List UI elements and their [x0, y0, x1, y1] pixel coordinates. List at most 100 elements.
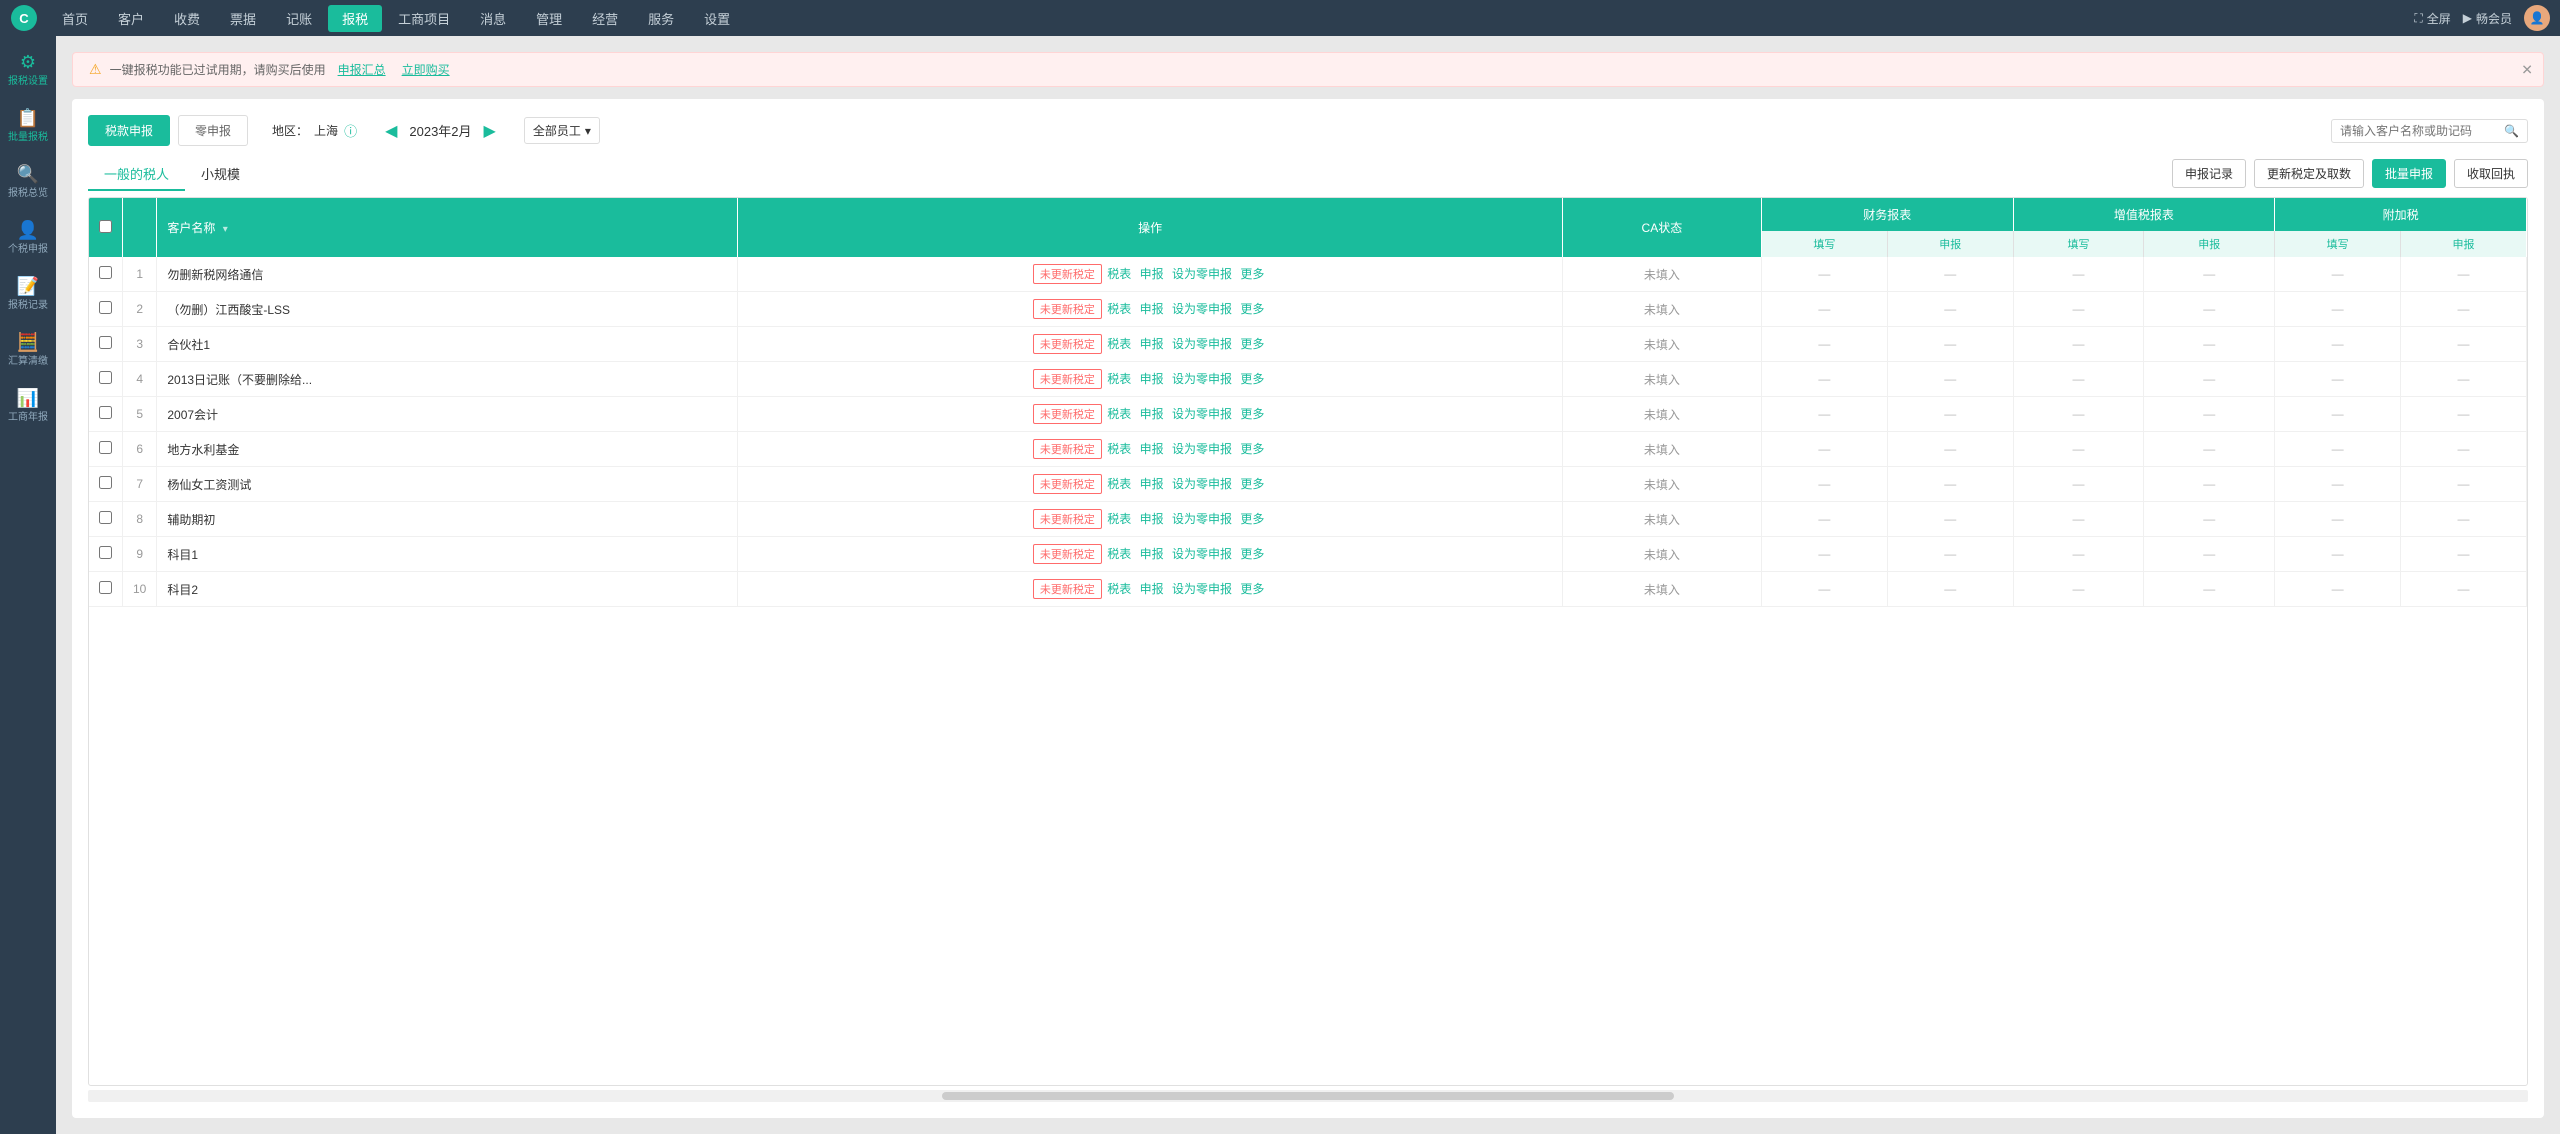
op-btn-1[interactable]: 申报 — [1140, 512, 1164, 526]
search-icon[interactable]: 🔍 — [2504, 124, 2519, 138]
op-btn-2[interactable]: 设为零申报 — [1172, 302, 1232, 316]
member-button[interactable]: ▶ 畅会员 — [2463, 10, 2512, 27]
row-checkbox[interactable] — [99, 581, 112, 594]
sidebar-item-geshuishenbao[interactable]: 👤 个税申报 — [0, 212, 56, 264]
status-badge[interactable]: 未更新税定 — [1033, 369, 1102, 389]
nav-operation[interactable]: 经营 — [578, 5, 632, 32]
nav-settings[interactable]: 设置 — [690, 5, 744, 32]
horizontal-scrollbar[interactable] — [88, 1090, 2528, 1102]
op-btn-1[interactable]: 申报 — [1140, 547, 1164, 561]
tab-shuikuan-shenabao[interactable]: 税款申报 — [88, 115, 170, 146]
op-btn-1[interactable]: 申报 — [1140, 407, 1164, 421]
op-btn-0[interactable]: 税表 — [1107, 477, 1131, 491]
collect-receipt-button[interactable]: 收取回执 — [2454, 159, 2528, 188]
status-badge[interactable]: 未更新税定 — [1033, 544, 1102, 564]
op-btn-1[interactable]: 申报 — [1140, 372, 1164, 386]
op-btn-0[interactable]: 税表 — [1107, 267, 1131, 281]
op-btn-3[interactable]: 更多 — [1240, 547, 1264, 561]
op-btn-0[interactable]: 税表 — [1107, 512, 1131, 526]
batch-report-button[interactable]: 批量申报 — [2372, 159, 2446, 188]
sidebar-item-baoshuishezhi[interactable]: ⚙ 报税设置 — [0, 44, 56, 96]
nav-tax[interactable]: 报税 — [328, 5, 382, 32]
op-btn-1[interactable]: 申报 — [1140, 442, 1164, 456]
op-btn-1[interactable]: 申报 — [1140, 267, 1164, 281]
sidebar-item-baoshuizonglan[interactable]: 🔍 报税总览 — [0, 156, 56, 208]
staff-filter[interactable]: 全部员工 ▾ — [524, 117, 600, 144]
row-checkbox[interactable] — [99, 441, 112, 454]
op-btn-0[interactable]: 税表 — [1107, 372, 1131, 386]
search-input[interactable] — [2340, 124, 2500, 138]
nav-commerce[interactable]: 工商项目 — [384, 5, 464, 32]
op-btn-2[interactable]: 设为零申报 — [1172, 582, 1232, 596]
op-btn-2[interactable]: 设为零申报 — [1172, 442, 1232, 456]
status-badge[interactable]: 未更新税定 — [1033, 299, 1102, 319]
sort-icon[interactable]: ▾ — [223, 224, 228, 235]
op-btn-2[interactable]: 设为零申报 — [1172, 372, 1232, 386]
row-checkbox[interactable] — [99, 406, 112, 419]
scroll-thumb[interactable] — [942, 1092, 1674, 1100]
row-checkbox[interactable] — [99, 371, 112, 384]
op-btn-1[interactable]: 申报 — [1140, 337, 1164, 351]
tab-ling-shenabao[interactable]: 零申报 — [178, 115, 248, 146]
row-checkbox[interactable] — [99, 546, 112, 559]
sub-tab-general[interactable]: 一般的税人 — [88, 158, 185, 191]
sub-tab-small[interactable]: 小规模 — [185, 158, 256, 189]
op-btn-2[interactable]: 设为零申报 — [1172, 547, 1232, 561]
status-badge[interactable]: 未更新税定 — [1033, 264, 1102, 284]
report-record-button[interactable]: 申报记录 — [2172, 159, 2246, 188]
status-badge[interactable]: 未更新税定 — [1033, 334, 1102, 354]
status-badge[interactable]: 未更新税定 — [1033, 474, 1102, 494]
nav-message[interactable]: 消息 — [466, 5, 520, 32]
sidebar-item-huisuanqingchu[interactable]: 🧮 汇算清缴 — [0, 324, 56, 376]
op-btn-1[interactable]: 申报 — [1140, 477, 1164, 491]
nav-fee[interactable]: 收费 — [160, 5, 214, 32]
op-btn-0[interactable]: 税表 — [1107, 407, 1131, 421]
op-btn-1[interactable]: 申报 — [1140, 302, 1164, 316]
region-info-icon[interactable]: ⓘ — [344, 121, 357, 140]
op-btn-2[interactable]: 设为零申报 — [1172, 512, 1232, 526]
op-btn-0[interactable]: 税表 — [1107, 582, 1131, 596]
op-btn-3[interactable]: 更多 — [1240, 337, 1264, 351]
op-btn-3[interactable]: 更多 — [1240, 372, 1264, 386]
status-badge[interactable]: 未更新税定 — [1033, 579, 1102, 599]
prev-month-button[interactable]: ◀ — [381, 121, 401, 141]
nav-invoice[interactable]: 票据 — [216, 5, 270, 32]
op-btn-1[interactable]: 申报 — [1140, 582, 1164, 596]
op-btn-3[interactable]: 更多 — [1240, 512, 1264, 526]
status-badge[interactable]: 未更新税定 — [1033, 439, 1102, 459]
user-avatar[interactable]: 👤 — [2524, 5, 2550, 31]
nav-account[interactable]: 记账 — [272, 5, 326, 32]
app-logo[interactable]: C — [10, 4, 38, 32]
status-badge[interactable]: 未更新税定 — [1033, 404, 1102, 424]
sidebar-item-piliangshuibao[interactable]: 📋 批量报税 — [0, 100, 56, 152]
sidebar-item-gongshangnianbao[interactable]: 📊 工商年报 — [0, 380, 56, 432]
nav-client[interactable]: 客户 — [104, 5, 158, 32]
row-checkbox[interactable] — [99, 266, 112, 279]
op-btn-3[interactable]: 更多 — [1240, 442, 1264, 456]
status-badge[interactable]: 未更新税定 — [1033, 509, 1102, 529]
op-btn-3[interactable]: 更多 — [1240, 407, 1264, 421]
row-checkbox[interactable] — [99, 511, 112, 524]
op-btn-0[interactable]: 税表 — [1107, 442, 1131, 456]
op-btn-3[interactable]: 更多 — [1240, 302, 1264, 316]
op-btn-3[interactable]: 更多 — [1240, 267, 1264, 281]
row-checkbox[interactable] — [99, 476, 112, 489]
sidebar-item-baozhujilu[interactable]: 📝 报税记录 — [0, 268, 56, 320]
op-btn-2[interactable]: 设为零申报 — [1172, 267, 1232, 281]
banner-link-summary[interactable]: 申报汇总 — [338, 61, 386, 78]
nav-manage[interactable]: 管理 — [522, 5, 576, 32]
op-btn-3[interactable]: 更多 — [1240, 582, 1264, 596]
update-button[interactable]: 更新税定及取数 — [2254, 159, 2364, 188]
op-btn-0[interactable]: 税表 — [1107, 337, 1131, 351]
op-btn-2[interactable]: 设为零申报 — [1172, 407, 1232, 421]
op-btn-2[interactable]: 设为零申报 — [1172, 337, 1232, 351]
banner-close-button[interactable]: ✕ — [2521, 61, 2533, 78]
op-btn-0[interactable]: 税表 — [1107, 547, 1131, 561]
banner-link-buy[interactable]: 立即购买 — [402, 61, 450, 78]
op-btn-2[interactable]: 设为零申报 — [1172, 477, 1232, 491]
op-btn-0[interactable]: 税表 — [1107, 302, 1131, 316]
next-month-button[interactable]: ▶ — [480, 121, 500, 141]
row-checkbox[interactable] — [99, 301, 112, 314]
row-checkbox[interactable] — [99, 336, 112, 349]
nav-service[interactable]: 服务 — [634, 5, 688, 32]
